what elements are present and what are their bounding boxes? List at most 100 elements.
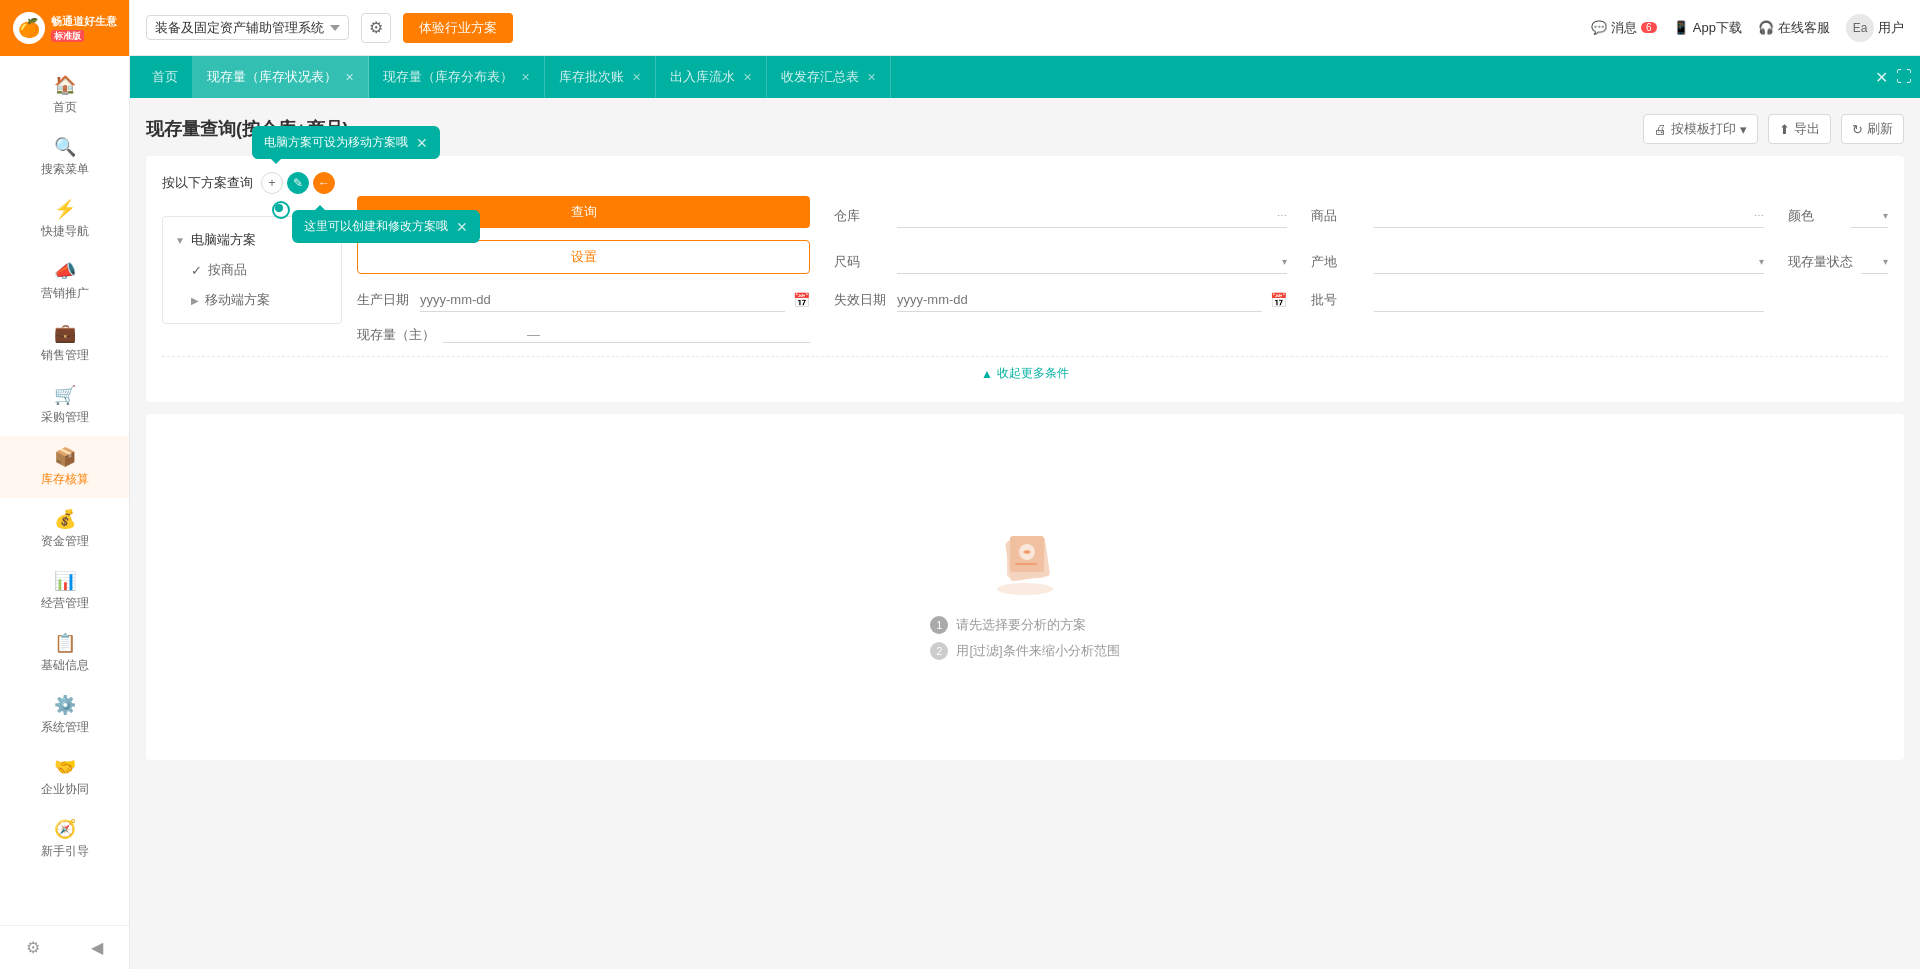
sidebar-item-sales[interactable]: 💼 销售管理: [0, 312, 129, 374]
top-nav-right: 💬 消息 6 📱 App下载 🎧 在线客服 Ea 用户: [1591, 14, 1904, 42]
exp-date-input[interactable]: [897, 288, 1262, 312]
mfg-date-input[interactable]: [420, 288, 785, 312]
collapse-arrow-icon: ▼: [175, 235, 185, 246]
filter-row-size: 尺码 ▾: [834, 250, 1287, 274]
purchase-icon: 🛒: [54, 384, 76, 406]
home-icon: 🏠: [54, 74, 76, 96]
scheme-check-icon: ✓: [191, 263, 202, 278]
sales-icon: 💼: [54, 322, 76, 344]
filter-row-mfg-date: 生产日期 📅: [357, 288, 810, 312]
finance-icon: 💰: [54, 508, 76, 530]
tab-close-inout-flow[interactable]: ✕: [743, 71, 752, 84]
system-select[interactable]: 装备及固定资产辅助管理系统: [146, 15, 349, 40]
collapse-sidebar-button[interactable]: ◀: [91, 938, 103, 957]
mfg-date-calendar-icon[interactable]: 📅: [793, 292, 810, 308]
operation-icon: 📊: [54, 570, 76, 592]
tab-batch-ledger[interactable]: 库存批次账 ✕: [545, 56, 656, 98]
user-info[interactable]: Ea 用户: [1846, 14, 1904, 42]
warehouse-select-wrapper: ⋯: [897, 204, 1287, 228]
sidebar-item-home[interactable]: 🏠 首页: [0, 64, 129, 126]
back-scheme-button[interactable]: ←: [313, 172, 335, 194]
sidebar-item-marketing[interactable]: 📣 营销推广: [0, 250, 129, 312]
system-icon: ⚙️: [54, 694, 76, 716]
export-icon: ⬆: [1779, 122, 1790, 137]
tip-num-2: 2: [930, 642, 948, 660]
tab-collection-summary[interactable]: 收发存汇总表 ✕: [767, 56, 891, 98]
tooltip2-close-button[interactable]: ✕: [456, 219, 468, 235]
sidebar-item-system[interactable]: ⚙️ 系统管理: [0, 684, 129, 746]
tab-inventory-dist[interactable]: 现存量（库存分布表） ✕: [369, 56, 545, 98]
filter-row-warehouse: 仓库 ⋯: [834, 204, 1287, 228]
refresh-icon: ↻: [1852, 122, 1863, 137]
settings-button[interactable]: ⚙: [26, 938, 40, 957]
filter-grid: 仓库 ⋯ 商品: [357, 196, 1888, 274]
origin-select[interactable]: [1374, 250, 1764, 273]
color-select[interactable]: [1851, 204, 1888, 227]
settings-icon-button[interactable]: ⚙: [361, 13, 391, 43]
sidebar-item-quick-nav[interactable]: ⚡ 快捷导航: [0, 188, 129, 250]
app-download-button[interactable]: 📱 App下载: [1673, 19, 1742, 37]
batch-no-input[interactable]: [1374, 288, 1764, 312]
tab-fullscreen-button[interactable]: ⛶: [1896, 68, 1912, 86]
size-select-wrapper: ▾: [897, 250, 1287, 274]
sidebar-item-search[interactable]: 🔍 搜索菜单: [0, 126, 129, 188]
support-icon: 🎧: [1758, 20, 1774, 35]
collapse-up-icon: ▲: [981, 367, 993, 381]
tooltip-scheme-edit: 这里可以创建和修改方案哦 ✕: [292, 210, 480, 243]
filter-header: 按以下方案查询 + ✎ ← 电脑方案可设为移动方案哦 ✕ 这里可以创建和修改方案…: [162, 172, 1888, 194]
tab-inventory-status[interactable]: 现存量（库存状况表） ✕: [193, 56, 369, 98]
refresh-button[interactable]: ↻ 刷新: [1841, 114, 1904, 144]
sidebar-item-inventory[interactable]: 📦 库存核算: [0, 436, 129, 498]
stock-status-select[interactable]: [1861, 250, 1888, 273]
mobile-scheme-group[interactable]: ▶ 移动端方案: [163, 285, 341, 315]
export-button[interactable]: ⬆ 导出: [1768, 114, 1831, 144]
stock-main-from-input[interactable]: [443, 327, 523, 342]
exp-date-calendar-icon[interactable]: 📅: [1270, 292, 1287, 308]
filter-row-stock-main: 现存量（主） —: [357, 326, 810, 344]
goods-label: 商品: [1311, 207, 1366, 225]
tab-home[interactable]: 首页: [138, 56, 193, 98]
empty-tip-2: 2 用[过滤]条件来缩小分析范围: [930, 642, 1119, 660]
reset-button[interactable]: 设置: [357, 240, 810, 274]
sidebar-item-guide[interactable]: 🧭 新手引导: [0, 808, 129, 870]
online-support-button[interactable]: 🎧 在线客服: [1758, 19, 1830, 37]
sidebar-item-enterprise[interactable]: 🤝 企业协同: [0, 746, 129, 808]
tab-close-inventory-status[interactable]: ✕: [345, 71, 354, 84]
color-select-wrapper: ▾: [1851, 204, 1888, 228]
print-icon: 🖨: [1654, 122, 1667, 137]
sidebar-item-purchase[interactable]: 🛒 采购管理: [0, 374, 129, 436]
tooltip1-close-button[interactable]: ✕: [416, 135, 428, 151]
collapse-more-button[interactable]: ▲ 收起更多条件: [162, 356, 1888, 386]
tab-inout-flow[interactable]: 出入库流水 ✕: [656, 56, 767, 98]
tab-close-batch-ledger[interactable]: ✕: [632, 71, 641, 84]
goods-select[interactable]: [1374, 204, 1764, 227]
add-scheme-button[interactable]: +: [261, 172, 283, 194]
tab-bar: 首页 现存量（库存状况表） ✕ 现存量（库存分布表） ✕ 库存批次账 ✕ 出入库…: [130, 56, 1920, 98]
message-button[interactable]: 💬 消息 6: [1591, 19, 1657, 37]
filter-grid-row3: 生产日期 📅 失效日期 📅 批号: [357, 288, 1888, 344]
tab-close-inventory-dist[interactable]: ✕: [521, 71, 530, 84]
mfg-date-label: 生产日期: [357, 291, 412, 309]
scheme-item-goods[interactable]: ✓ 按商品: [163, 255, 341, 285]
tab-close-collection-summary[interactable]: ✕: [867, 71, 876, 84]
sidebar-item-operation[interactable]: 📊 经营管理: [0, 560, 129, 622]
size-select[interactable]: [897, 250, 1287, 273]
stock-main-to-input[interactable]: [544, 327, 624, 342]
sidebar-item-basic[interactable]: 📋 基础信息: [0, 622, 129, 684]
edit-scheme-button[interactable]: ✎: [287, 172, 309, 194]
warehouse-label: 仓库: [834, 207, 889, 225]
trial-button[interactable]: 体验行业方案: [403, 13, 513, 43]
origin-select-wrapper: ▾: [1374, 250, 1764, 274]
template-print-button[interactable]: 🖨 按模板打印 ▾: [1643, 114, 1758, 144]
empty-state-card: 1 请先选择要分析的方案 2 用[过滤]条件来缩小分析范围: [146, 414, 1904, 760]
warehouse-select[interactable]: [897, 204, 1287, 227]
stock-main-range: —: [443, 327, 810, 343]
filter-row-stock-status: 现存量状态 ▾: [1788, 250, 1888, 274]
app-icon: 📱: [1673, 20, 1689, 35]
basic-icon: 📋: [54, 632, 76, 654]
color-label: 颜色: [1788, 207, 1843, 225]
sidebar-item-finance[interactable]: 💰 资金管理: [0, 498, 129, 560]
logo-icon: 🍊: [13, 12, 45, 44]
top-nav: 装备及固定资产辅助管理系统 ⚙ 体验行业方案 💬 消息 6 📱 App下载 🎧 …: [130, 0, 1920, 56]
tab-close-all-button[interactable]: ✕: [1875, 68, 1888, 87]
